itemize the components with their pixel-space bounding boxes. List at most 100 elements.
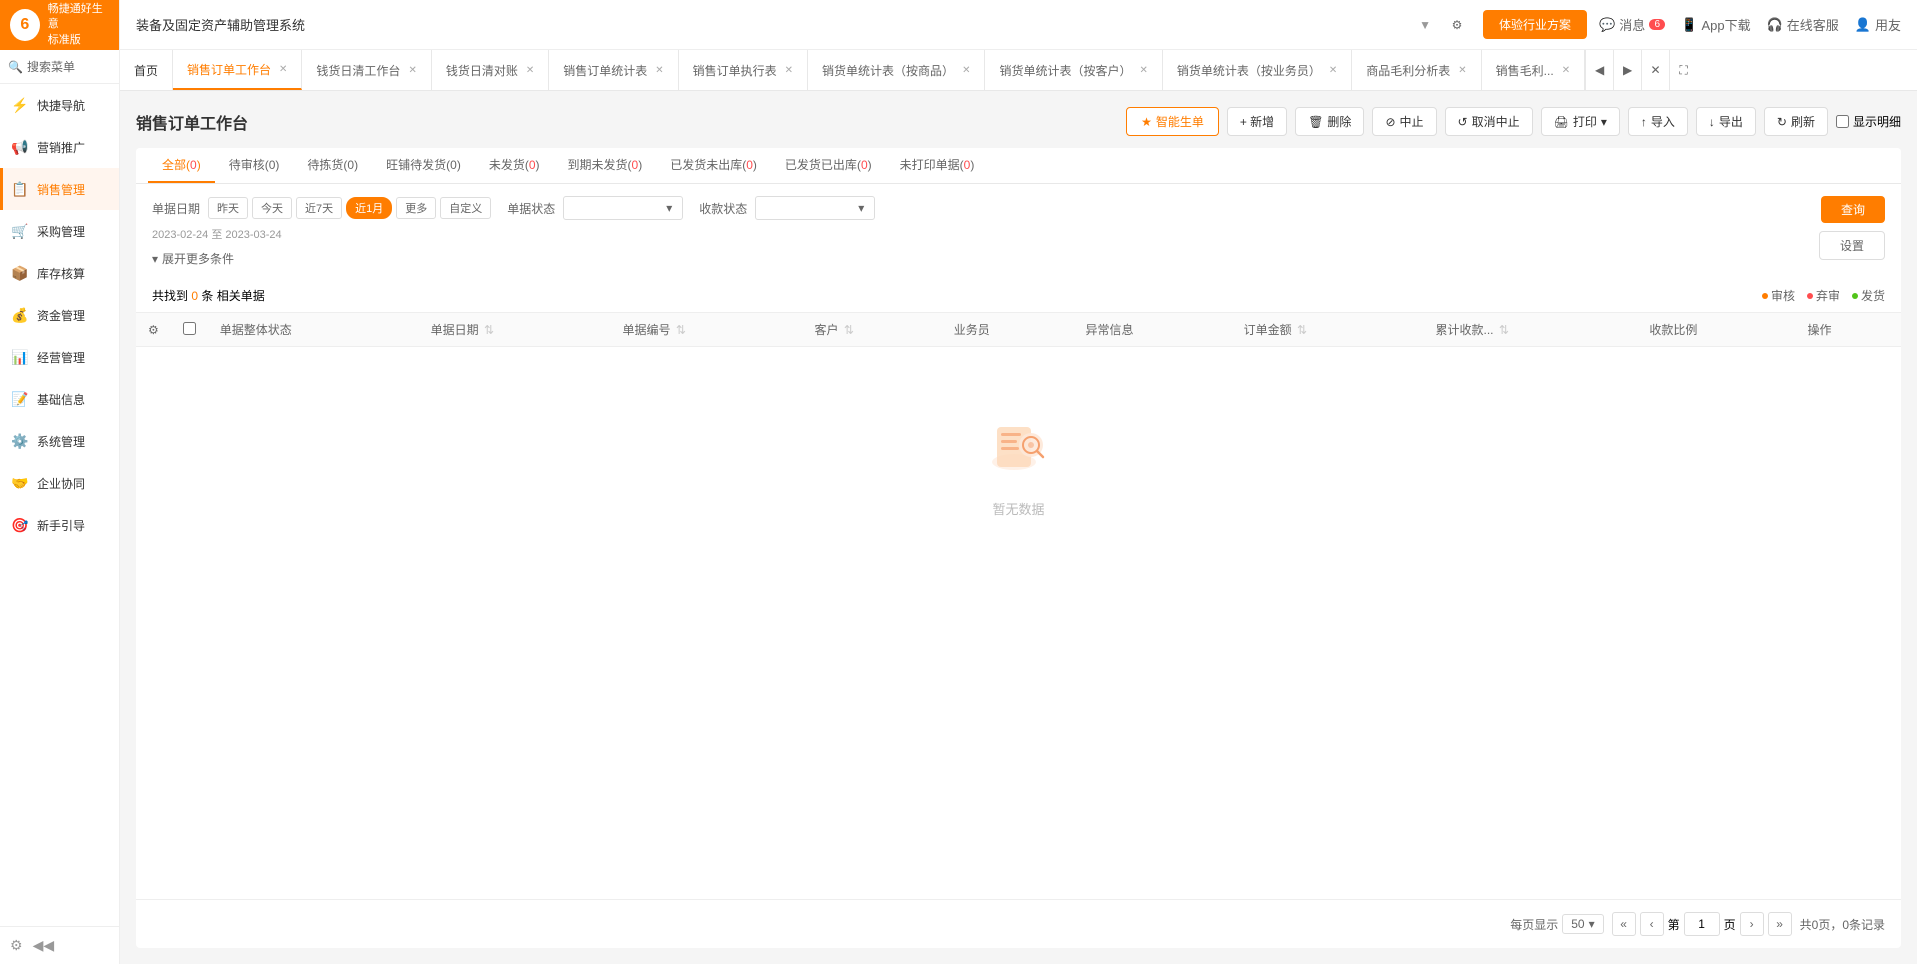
col-doc-no[interactable]: 单据编号 ⇅ <box>611 313 803 347</box>
online-service-btn[interactable]: 🎧 在线客服 <box>1767 15 1839 34</box>
tab-prev-btn[interactable]: ◀ <box>1585 50 1613 90</box>
tab-sales-more[interactable]: 销售毛利... ✕ <box>1482 50 1585 90</box>
tab-expand-btn[interactable]: ⛶ <box>1669 50 1697 90</box>
sidebar-item-operations[interactable]: 📊 经营管理 <box>0 336 119 378</box>
tab-sales-stats[interactable]: 销售订单统计表 ✕ <box>549 50 678 90</box>
prev-page-btn[interactable]: ‹ <box>1640 912 1664 936</box>
main-area: 装备及固定资产辅助管理系统 ▼ ⚙ 体验行业方案 💬 消息 6 📱 App下载 … <box>120 0 1917 964</box>
sidebar-item-system[interactable]: ⚙️ 系统管理 <box>0 420 119 462</box>
col-actions: 操作 <box>1796 313 1901 347</box>
delete-btn[interactable]: 🗑 删除 <box>1295 107 1364 136</box>
sub-tab-shipped-out[interactable]: 已发货已出库(0) <box>771 148 886 183</box>
tab-profit-analysis[interactable]: 商品毛利分析表 ✕ <box>1352 50 1481 90</box>
tab-close-cash-reconcile[interactable]: ✕ <box>526 65 534 76</box>
status-select[interactable]: ▾ <box>563 196 683 220</box>
app-download-btn[interactable]: 📱 App下载 <box>1681 15 1750 34</box>
cancel-review-btn[interactable]: 弃审 <box>1807 287 1840 304</box>
tab-close-sales-order[interactable]: ✕ <box>279 64 287 75</box>
settings-button[interactable]: ⚙ <box>1443 11 1471 39</box>
tab-close-more[interactable]: ✕ <box>1562 65 1570 76</box>
show-detail-checkbox[interactable] <box>1836 115 1849 128</box>
print-btn[interactable]: 🖨 打印 ▾ <box>1541 107 1620 136</box>
date-yesterday[interactable]: 昨天 <box>208 197 248 219</box>
sidebar-search[interactable]: 🔍 搜索菜单 <box>0 50 119 84</box>
page-input[interactable] <box>1684 912 1720 936</box>
tab-cash-reconcile[interactable]: 钱货日清对账 ✕ <box>432 50 549 90</box>
tab-sales-stat-customer[interactable]: 销货单统计表（按客户） ✕ <box>985 50 1162 90</box>
payment-select[interactable]: ▾ <box>755 196 875 220</box>
sidebar-item-cooperation[interactable]: 🤝 企业协同 <box>0 462 119 504</box>
sidebar-item-marketing[interactable]: 📢 营销推广 <box>0 126 119 168</box>
sidebar-item-inventory[interactable]: 📦 库存核算 <box>0 252 119 294</box>
select-all-checkbox[interactable] <box>183 322 196 335</box>
col-salesperson[interactable]: 业务员 <box>942 313 1074 347</box>
expand-btn[interactable]: ▾ 展开更多条件 <box>152 250 1819 267</box>
add-btn[interactable]: + 新增 <box>1227 107 1287 136</box>
tab-sales-exec[interactable]: 销售订单执行表 ✕ <box>679 50 808 90</box>
tab-close-customer[interactable]: ✕ <box>1139 65 1147 76</box>
sidebar-item-quick-nav[interactable]: ⚡ 快捷导航 <box>0 84 119 126</box>
sub-tab-not-printed[interactable]: 未打印单据(0) <box>886 148 989 183</box>
user-btn[interactable]: 👤 用友 <box>1855 15 1901 34</box>
review-btn[interactable]: 审核 <box>1762 287 1795 304</box>
date-custom[interactable]: 自定义 <box>440 197 491 219</box>
sub-tab-shipped-not-out[interactable]: 已发货未出库(0) <box>656 148 771 183</box>
col-customer[interactable]: 客户 ⇅ <box>802 313 941 347</box>
sidebar-item-sales[interactable]: 📋 销售管理 <box>0 168 119 210</box>
tab-close-profit[interactable]: ✕ <box>1458 65 1466 76</box>
tab-home[interactable]: 首页 <box>120 50 173 90</box>
smart-btn[interactable]: ★ 智能生单 <box>1126 107 1219 136</box>
tab-sales-stat-staff[interactable]: 销货单统计表（按业务员） ✕ <box>1163 50 1352 90</box>
tab-close-product[interactable]: ✕ <box>962 65 970 76</box>
sub-tab-pending-review[interactable]: 待审核(0) <box>215 148 294 183</box>
sidebar-item-basic-info[interactable]: 📝 基础信息 <box>0 378 119 420</box>
tab-next-btn[interactable]: ▶ <box>1613 50 1641 90</box>
date-7days[interactable]: 近7天 <box>296 197 342 219</box>
first-page-btn[interactable]: « <box>1612 912 1636 936</box>
sidebar-item-finance[interactable]: 💰 资金管理 <box>0 294 119 336</box>
page-size-dropdown[interactable]: 50 ▾ <box>1562 914 1603 934</box>
cancel-stop-btn[interactable]: ↺ 取消中止 <box>1445 107 1533 136</box>
tab-sales-stat-product[interactable]: 销货单统计表（按商品） ✕ <box>808 50 985 90</box>
sub-tab-overdue[interactable]: 到期未发货(0) <box>554 148 657 183</box>
col-doc-date[interactable]: 单据日期 ⇅ <box>419 313 611 347</box>
tab-close-all-btn[interactable]: ✕ <box>1641 50 1669 90</box>
sub-tab-not-shipped[interactable]: 未发货(0) <box>475 148 554 183</box>
table-head: ⚙ 单据整体状态 单据日期 ⇅ 单据编号 ⇅ <box>136 313 1901 347</box>
import-btn[interactable]: ↑ 导入 <box>1628 107 1688 136</box>
tab-close-staff[interactable]: ✕ <box>1329 65 1337 76</box>
col-settings[interactable]: ⚙ <box>136 313 171 347</box>
settings-footer-icon[interactable]: ⚙ <box>10 937 23 954</box>
result-count: 共找到 0 条 相关单据 <box>152 287 265 304</box>
next-page-btn[interactable]: › <box>1740 912 1764 936</box>
sub-tab-wangpu[interactable]: 旺铺待发货(0) <box>372 148 475 183</box>
set-btn[interactable]: 设置 <box>1819 231 1885 260</box>
tab-close-cash-daily[interactable]: ✕ <box>408 65 416 76</box>
sub-tab-all[interactable]: 全部(0) <box>148 148 215 183</box>
show-detail-label[interactable]: 显示明细 <box>1836 113 1901 130</box>
sidebar-item-guide[interactable]: 🎯 新手引导 <box>0 504 119 546</box>
last-page-btn[interactable]: » <box>1768 912 1792 936</box>
sub-tab-pending-inspect[interactable]: 待拣货(0) <box>293 148 372 183</box>
query-btn[interactable]: 查询 <box>1821 196 1885 223</box>
tab-close-sales-stats[interactable]: ✕ <box>655 65 663 76</box>
date-today[interactable]: 今天 <box>252 197 292 219</box>
col-amount[interactable]: 订单金额 ⇅ <box>1232 313 1424 347</box>
ship-btn[interactable]: 发货 <box>1852 287 1885 304</box>
industry-btn[interactable]: 体验行业方案 <box>1483 10 1587 39</box>
tab-cash-daily[interactable]: 钱货日清工作台 ✕ <box>302 50 431 90</box>
tab-close-sales-exec[interactable]: ✕ <box>785 65 793 76</box>
date-1month[interactable]: 近1月 <box>346 197 392 219</box>
export-btn[interactable]: ↓ 导出 <box>1696 107 1756 136</box>
sidebar-item-purchase[interactable]: 🛒 采购管理 <box>0 210 119 252</box>
logo-icon: 6 <box>10 9 40 41</box>
dropdown-arrow-icon[interactable]: ▼ <box>1419 18 1431 32</box>
message-btn[interactable]: 💬 消息 6 <box>1599 15 1665 34</box>
collapse-icon[interactable]: ◀◀ <box>33 937 55 954</box>
col-collected[interactable]: 累计收款... ⇅ <box>1424 313 1638 347</box>
refresh-btn[interactable]: ↻ 刷新 <box>1764 107 1828 136</box>
date-more[interactable]: 更多 <box>396 197 436 219</box>
stop-btn[interactable]: ⊘ 中止 <box>1372 107 1436 136</box>
col-checkbox[interactable] <box>171 313 208 347</box>
tab-sales-order[interactable]: 销售订单工作台 ✕ <box>173 50 302 90</box>
